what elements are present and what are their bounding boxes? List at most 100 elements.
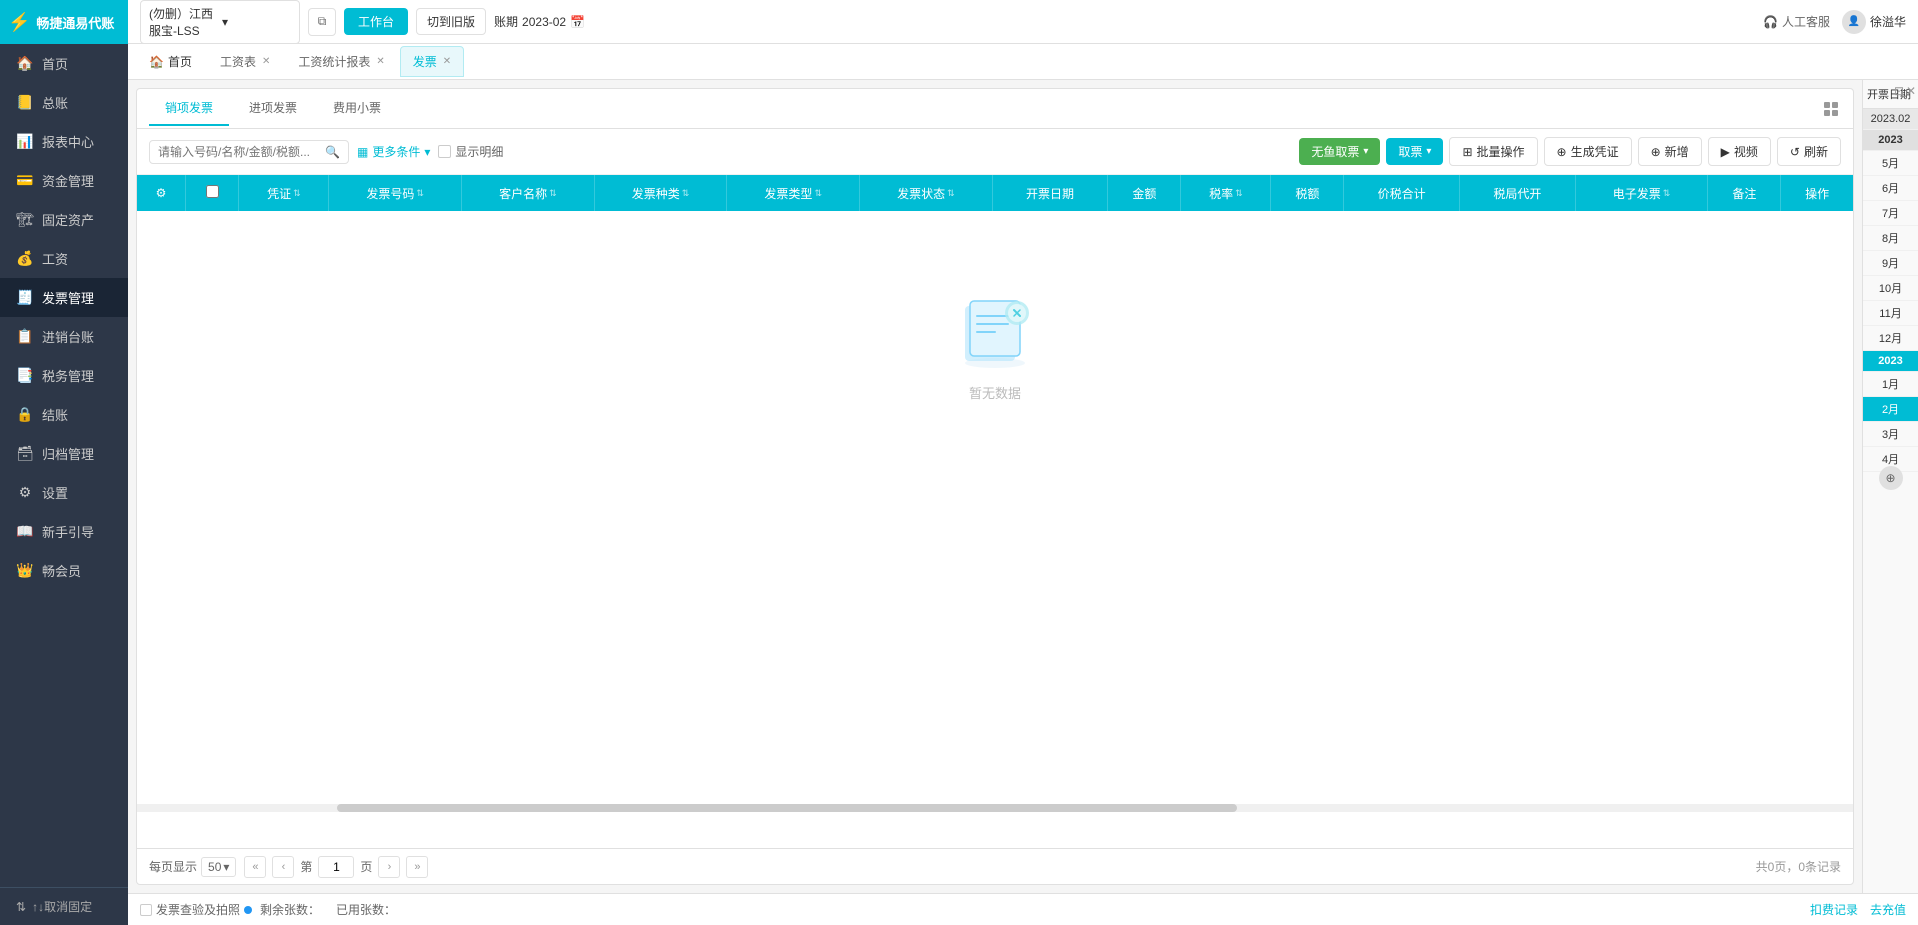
sidebar-item-member[interactable]: 👑 畅会员 — [0, 551, 128, 590]
date-item-prev[interactable]: 2023.02 — [1863, 109, 1918, 130]
date-month-12[interactable]: 12月 — [1863, 326, 1918, 351]
new-button[interactable]: ⊕ 新增 — [1638, 137, 1702, 166]
col-customer[interactable]: 客户名称 ⇅ — [462, 175, 595, 211]
col-settings[interactable]: ⚙ — [137, 175, 186, 211]
recharge-link[interactable]: 去充值 — [1870, 901, 1906, 918]
page-size-select[interactable]: 每页显示 50 ▾ — [149, 857, 236, 877]
page-input[interactable] — [318, 856, 354, 878]
col-tax[interactable]: 税额 — [1271, 175, 1344, 211]
no-ticket-button[interactable]: 无鱼取票 ▾ — [1299, 138, 1380, 165]
col-tax-rate[interactable]: 税率 ⇅ — [1181, 175, 1271, 211]
col-checkbox[interactable] — [186, 175, 239, 211]
col-invoice-type[interactable]: 发票种类 ⇅ — [594, 175, 727, 211]
date-year-2023-current[interactable]: 2023 — [1863, 351, 1918, 372]
sidebar-item-sales[interactable]: 📋 进销台账 — [0, 317, 128, 356]
sidebar-item-invoice[interactable]: 🧾 发票管理 — [0, 278, 128, 317]
sidebar-item-label: 工资 — [42, 249, 68, 268]
batch-ops-button[interactable]: ⊞ 批量操作 — [1449, 137, 1537, 166]
sidebar-item-archive[interactable]: 🗃 归档管理 — [0, 434, 128, 473]
switch-version-button[interactable]: 切到旧版 — [416, 8, 486, 35]
date-month-2-active[interactable]: 2月 — [1863, 397, 1918, 422]
col-open-date[interactable]: 开票日期 — [992, 175, 1108, 211]
col-tax-total[interactable]: 价税合计 — [1344, 175, 1460, 211]
invoice-verify-section: 发票查验及拍照 — [140, 901, 252, 918]
scroll-thumb[interactable] — [337, 804, 1237, 812]
copy-button[interactable]: ⧉ — [308, 8, 336, 36]
show-detail-checkbox[interactable] — [438, 145, 451, 158]
sidebar-item-home[interactable]: 🏠 首页 — [0, 44, 128, 83]
subtab-sales[interactable]: 销项发票 — [149, 91, 229, 126]
sidebar-item-closing[interactable]: 🔒 结账 — [0, 395, 128, 434]
sidebar-item-tax[interactable]: 📑 税务管理 — [0, 356, 128, 395]
search-box[interactable]: 🔍 — [149, 140, 349, 164]
expand-icon[interactable]: ⊡ — [1894, 84, 1904, 98]
col-e-invoice[interactable]: 电子发票 ⇅ — [1575, 175, 1708, 211]
pin-label: ↑↓取消固定 — [32, 898, 92, 915]
tab-home[interactable]: 🏠 首页 — [136, 46, 205, 77]
pagination: « ‹ 第 页 › » — [244, 856, 428, 878]
date-month-10[interactable]: 10月 — [1863, 276, 1918, 301]
date-month-3[interactable]: 3月 — [1863, 422, 1918, 447]
take-ticket-button[interactable]: 取票 ▾ — [1386, 138, 1443, 165]
tabbar: 🏠 首页 工资表 ✕ 工资统计报表 ✕ 发票 ✕ — [128, 44, 1918, 80]
sort-icon: ⇅ — [1235, 188, 1243, 199]
first-page-button[interactable]: « — [244, 856, 266, 878]
prev-page-button[interactable]: ‹ — [272, 856, 294, 878]
date-year-2023-header[interactable]: 2023 — [1863, 130, 1918, 151]
sidebar-item-fixed-assets[interactable]: 🏗 固定资产 — [0, 200, 128, 239]
tab-payroll-stats-close[interactable]: ✕ — [376, 56, 384, 67]
panel-scroll-down-button[interactable]: ⊕ — [1879, 466, 1903, 490]
company-selector[interactable]: (勿删）江西服宝-LSS ▾ — [140, 0, 300, 44]
col-voucher[interactable]: 凭证 ⇅ — [239, 175, 329, 211]
next-page-button[interactable]: › — [378, 856, 400, 878]
tab-invoice-mgmt-close[interactable]: ✕ — [443, 56, 451, 67]
sidebar-item-ledger[interactable]: 📒 总账 — [0, 83, 128, 122]
tab-payroll-table[interactable]: 工资表 ✕ — [207, 46, 283, 77]
sidebar-item-settings[interactable]: ⚙ 设置 — [0, 473, 128, 512]
subtab-purchase[interactable]: 进项发票 — [233, 91, 313, 126]
customer-service-button[interactable]: 🎧 人工客服 — [1763, 13, 1830, 30]
refresh-button[interactable]: ↺ 刷新 — [1777, 137, 1841, 166]
date-month-1[interactable]: 1月 — [1863, 372, 1918, 397]
table-header: ⚙ 凭证 ⇅ 发票号码 ⇅ — [137, 175, 1853, 211]
workbench-button[interactable]: 工作台 — [344, 8, 408, 35]
sidebar-item-reports[interactable]: 📊 报表中心 — [0, 122, 128, 161]
horizontal-scrollbar[interactable] — [137, 804, 1853, 812]
video-button[interactable]: ▶ 视频 — [1708, 137, 1771, 166]
col-note[interactable]: 备注 — [1708, 175, 1781, 211]
sidebar-item-funds[interactable]: 💳 资金管理 — [0, 161, 128, 200]
col-invoice-category[interactable]: 发票类型 ⇅ — [727, 175, 860, 211]
grid-view-icon[interactable] — [1821, 99, 1841, 119]
date-month-11[interactable]: 11月 — [1863, 301, 1918, 326]
more-filter-button[interactable]: ▦ 更多条件 ▾ — [357, 143, 430, 160]
col-invoice-no[interactable]: 发票号码 ⇅ — [329, 175, 462, 211]
close-panel-icon[interactable]: ✕ — [1906, 84, 1916, 98]
col-tax-code[interactable]: 税局代开 — [1460, 175, 1576, 211]
date-month-9[interactable]: 9月 — [1863, 251, 1918, 276]
date-month-7[interactable]: 7月 — [1863, 201, 1918, 226]
tab-payroll-stats[interactable]: 工资统计报表 ✕ — [285, 46, 397, 77]
tab-payroll-table-close[interactable]: ✕ — [262, 56, 270, 67]
col-invoice-status[interactable]: 发票状态 ⇅ — [860, 175, 993, 211]
filter-label: 更多条件 — [372, 143, 420, 160]
date-month-5[interactable]: 5月 — [1863, 151, 1918, 176]
subtab-expense[interactable]: 费用小票 — [317, 91, 397, 126]
generate-voucher-button[interactable]: ⊕ 生成凭证 — [1544, 137, 1632, 166]
sidebar-item-label: 设置 — [42, 483, 68, 502]
last-page-button[interactable]: » — [406, 856, 428, 878]
date-month-8[interactable]: 8月 — [1863, 226, 1918, 251]
payroll-icon: 💰 — [16, 250, 34, 267]
select-all-checkbox[interactable] — [206, 185, 219, 198]
search-input[interactable] — [158, 145, 321, 159]
pin-toggle[interactable]: ⇅ ↑↓取消固定 — [0, 887, 128, 925]
show-detail-toggle[interactable]: 显示明细 — [438, 143, 503, 160]
col-amount[interactable]: 金额 — [1108, 175, 1181, 211]
sidebar-item-payroll[interactable]: 💰 工资 — [0, 239, 128, 278]
user-profile-button[interactable]: 👤 徐溢华 — [1842, 10, 1906, 34]
date-month-6[interactable]: 6月 — [1863, 176, 1918, 201]
deduction-record-link[interactable]: 扣费记录 — [1810, 901, 1858, 918]
sidebar-item-guide[interactable]: 📖 新手引导 — [0, 512, 128, 551]
page-size-value[interactable]: 50 ▾ — [201, 857, 236, 877]
tab-invoice-mgmt[interactable]: 发票 ✕ — [400, 46, 464, 77]
verify-checkbox[interactable] — [140, 904, 152, 916]
